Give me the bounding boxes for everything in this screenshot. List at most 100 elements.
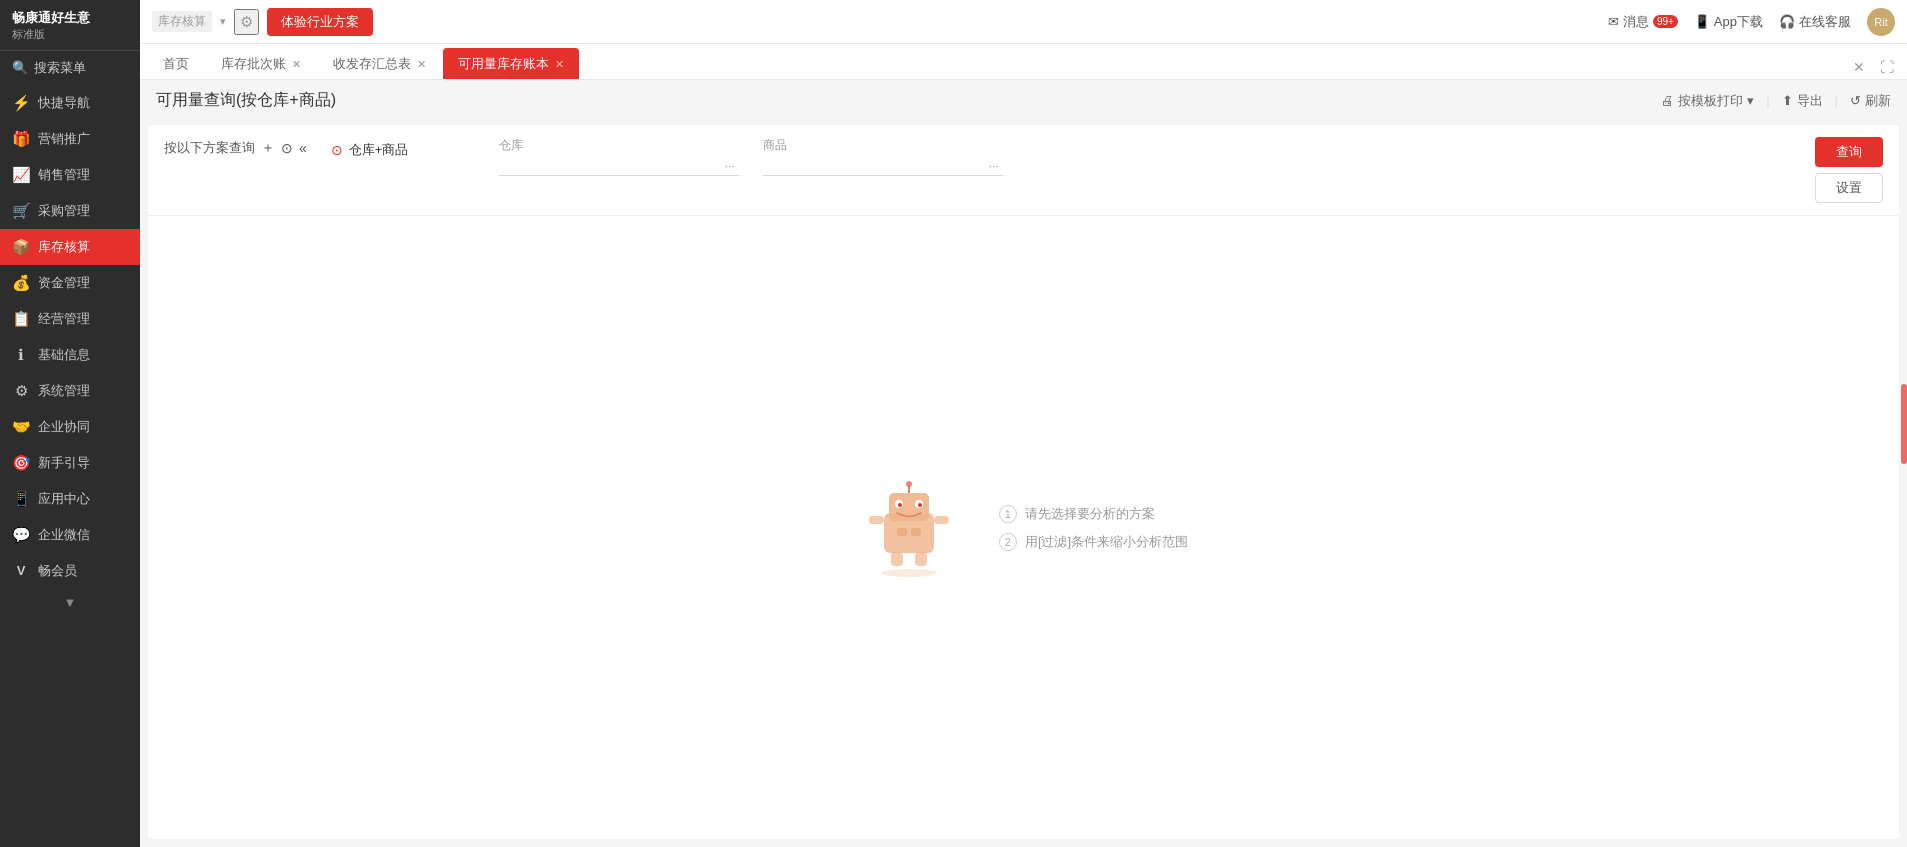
close-tab-button[interactable]: ✕	[1847, 55, 1871, 79]
warehouse-input[interactable]	[503, 158, 721, 173]
app-download-btn[interactable]: 📱 App下载	[1694, 13, 1763, 31]
print-icon: 🖨	[1661, 93, 1674, 108]
export-btn[interactable]: ⬆ 导出	[1782, 92, 1823, 110]
svg-point-4	[898, 503, 902, 507]
sidebar-item-apps[interactable]: 📱 应用中心	[0, 481, 140, 517]
sidebar-item-finance[interactable]: 💰 资金管理	[0, 265, 140, 301]
add-scheme-icon[interactable]: ＋	[261, 139, 275, 157]
tab-stock-summary[interactable]: 收发存汇总表 ✕	[318, 48, 441, 79]
sidebar-item-guide[interactable]: 🎯 新手引导	[0, 445, 140, 481]
search-icon: 🔍	[12, 60, 28, 75]
notifications-btn[interactable]: ✉ 消息 99+	[1608, 13, 1678, 31]
filter-actions: 查询 设置	[1815, 137, 1883, 203]
sidebar-item-inventory[interactable]: 📦 库存核算	[0, 229, 140, 265]
sidebar-item-shortcut[interactable]: ⚡ 快捷导航	[0, 85, 140, 121]
sidebar-scroll-down[interactable]: ▼	[0, 589, 140, 616]
empty-hints: 1 请先选择要分析的方案 2 用[过滤]条件来缩小分析范围	[999, 505, 1188, 551]
print-chevron-icon: ▾	[1747, 93, 1754, 108]
goods-more-icon[interactable]: ···	[989, 159, 999, 173]
maximize-button[interactable]: ⛶	[1875, 55, 1899, 79]
svg-rect-7	[934, 516, 949, 524]
customer-service-label: 在线客服	[1799, 13, 1851, 31]
sidebar-item-basic[interactable]: ℹ 基础信息	[0, 337, 140, 373]
breadcrumb-text: 库存核算	[152, 11, 212, 32]
svg-point-14	[881, 569, 937, 577]
empty-state: 1 请先选择要分析的方案 2 用[过滤]条件来缩小分析范围	[148, 216, 1899, 839]
sidebar-item-operation[interactable]: 📋 经营管理	[0, 301, 140, 337]
sidebar-item-enterprise[interactable]: 🤝 企业协同	[0, 409, 140, 445]
tab-label: 库存批次账	[221, 55, 286, 73]
tab-inventory-batch[interactable]: 库存批次账 ✕	[206, 48, 316, 79]
query-button[interactable]: 查询	[1815, 137, 1883, 167]
apps-icon: 📱	[12, 490, 30, 508]
tab-label: 可用量库存账本	[458, 55, 549, 73]
scheme-item-label: 仓库+商品	[349, 141, 409, 159]
sidebar-item-label: 快捷导航	[38, 94, 90, 112]
user-avatar-btn[interactable]: Rit	[1867, 8, 1895, 36]
sidebar-item-purchase[interactable]: 🛒 采购管理	[0, 193, 140, 229]
collapse-icon[interactable]: «	[299, 140, 307, 156]
filter-scheme-section: 按以下方案查询 ＋ ⊙ «	[164, 137, 307, 157]
tab-close-icon[interactable]: ✕	[292, 58, 301, 71]
print-label: 按模板打印	[1678, 92, 1743, 110]
right-scroll-indicator	[1901, 384, 1907, 464]
app-name: 畅康通好生意	[12, 10, 128, 27]
hint-text-1: 请先选择要分析的方案	[1025, 505, 1155, 523]
sidebar-item-label: 系统管理	[38, 382, 90, 400]
topbar-right: ✉ 消息 99+ 📱 App下载 🎧 在线客服 Rit	[1608, 8, 1895, 36]
print-btn[interactable]: 🖨 按模板打印 ▾	[1661, 92, 1754, 110]
tabbar: 首页 库存批次账 ✕ 收发存汇总表 ✕ 可用量库存账本 ✕ ✕ ⛶	[140, 44, 1907, 80]
topbar-settings-button[interactable]: ⚙	[234, 9, 259, 35]
avatar: Rit	[1867, 8, 1895, 36]
tab-close-icon[interactable]: ✕	[417, 58, 426, 71]
hint-number-1: 1	[999, 505, 1017, 523]
tab-home[interactable]: 首页	[148, 48, 204, 79]
goods-field: 商品 ···	[763, 137, 1003, 176]
sidebar-item-label: 营销推广	[38, 130, 90, 148]
svg-rect-11	[911, 528, 921, 536]
svg-rect-10	[897, 528, 907, 536]
trial-btn[interactable]: 体验行业方案	[267, 8, 373, 36]
tab-label: 收发存汇总表	[333, 55, 411, 73]
sidebar-item-search[interactable]: 🔍 搜索菜单	[0, 51, 140, 85]
refresh-btn[interactable]: ↺ 刷新	[1850, 92, 1891, 110]
tab-available-qty[interactable]: 可用量库存账本 ✕	[443, 48, 579, 79]
empty-hint-2: 2 用[过滤]条件来缩小分析范围	[999, 533, 1188, 551]
scheme-settings-icon[interactable]: ⊙	[281, 140, 293, 156]
shortcut-icon: ⚡	[12, 94, 30, 112]
guide-icon: 🎯	[12, 454, 30, 472]
sidebar-item-marketing[interactable]: 🎁 营销推广	[0, 121, 140, 157]
notifications-label: 消息	[1623, 13, 1649, 31]
enterprise-icon: 🤝	[12, 418, 30, 436]
sidebar-item-wechat[interactable]: 💬 企业微信	[0, 517, 140, 553]
goods-input[interactable]	[767, 158, 985, 173]
filter-scheme-label-text: 按以下方案查询	[164, 139, 255, 157]
app-logo: 畅康通好生意 标准版	[0, 0, 140, 51]
warehouse-more-icon[interactable]: ···	[725, 159, 735, 173]
settings-button[interactable]: 设置	[1815, 173, 1883, 203]
sidebar-item-label: 库存核算	[38, 238, 90, 256]
bell-icon: ✉	[1608, 14, 1619, 29]
tab-home-label: 首页	[163, 55, 189, 73]
scheme-item-warehouse-goods[interactable]: ⊙ 仓库+商品	[323, 137, 483, 163]
tab-close-icon[interactable]: ✕	[555, 58, 564, 71]
finance-icon: 💰	[12, 274, 30, 292]
separator: |	[1835, 93, 1838, 108]
sidebar-item-system[interactable]: ⚙ 系统管理	[0, 373, 140, 409]
inventory-icon: 📦	[12, 238, 30, 256]
sidebar-item-sales[interactable]: 📈 销售管理	[0, 157, 140, 193]
customer-service-btn[interactable]: 🎧 在线客服	[1779, 13, 1851, 31]
chevron-down-icon[interactable]: ▾	[220, 15, 226, 28]
sidebar-search-label: 搜索菜单	[34, 59, 86, 77]
sidebar-item-members[interactable]: V 畅会员	[0, 553, 140, 589]
system-icon: ⚙	[12, 382, 30, 400]
svg-rect-8	[891, 552, 903, 566]
sidebar-item-label: 企业微信	[38, 526, 90, 544]
hint-number-2: 2	[999, 533, 1017, 551]
topbar: 库存核算 ▾ ⚙ 体验行业方案 ✉ 消息 99+ 📱 App下载 🎧 在线客服 …	[140, 0, 1907, 44]
warehouse-field: 仓库 ···	[499, 137, 739, 176]
filter-fields: 仓库 ··· 商品 ···	[499, 137, 1799, 176]
warehouse-label: 仓库	[499, 137, 739, 154]
svg-rect-6	[869, 516, 884, 524]
marketing-icon: 🎁	[12, 130, 30, 148]
